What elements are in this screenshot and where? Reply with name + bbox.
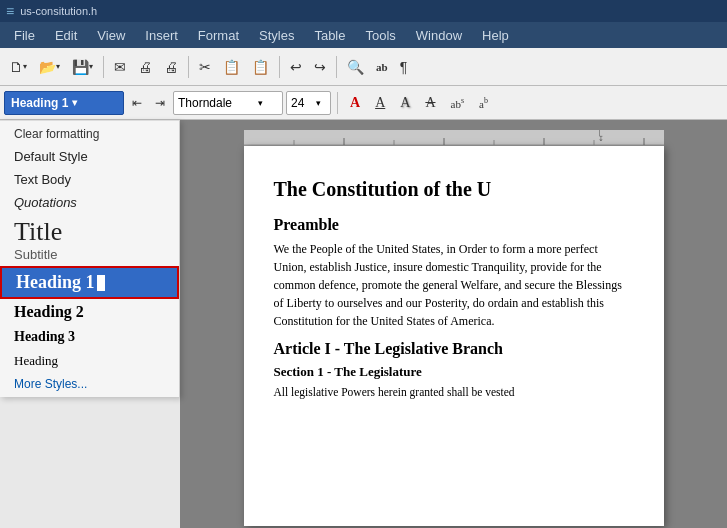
- menu-item-window[interactable]: Window: [406, 25, 472, 46]
- ruler: ↧: [244, 130, 664, 146]
- indent-decrease-button[interactable]: ⇤: [127, 93, 147, 113]
- menu-item-tools[interactable]: Tools: [355, 25, 405, 46]
- font-selector-label: Thorndale: [178, 96, 258, 110]
- menu-item-edit[interactable]: Edit: [45, 25, 87, 46]
- email-button[interactable]: ✉: [109, 56, 131, 78]
- separator-1: [103, 56, 104, 78]
- separator-4: [336, 56, 337, 78]
- style-item-subtitle[interactable]: Subtitle: [0, 247, 179, 266]
- print-preview-button[interactable]: 🖨: [159, 56, 183, 78]
- style-item-h3[interactable]: Heading 3: [0, 325, 179, 349]
- document-area: ↧ The Constitution of the U Preamble We …: [180, 120, 727, 528]
- main-area: Clear formatting Default Style Text Body…: [0, 120, 727, 528]
- toolbar-format: Heading 1 ▾ ⇤ ⇥ Thorndale ▾ 24 ▾ A A A A…: [0, 86, 727, 120]
- style-item-clear[interactable]: Clear formatting: [0, 123, 179, 145]
- font-style-a-button[interactable]: A: [369, 92, 391, 114]
- style-item-title[interactable]: Title: [0, 214, 179, 247]
- doc-preamble-body: We the People of the United States, in O…: [274, 240, 634, 330]
- style-item-heading[interactable]: Heading: [0, 349, 179, 373]
- menu-item-insert[interactable]: Insert: [135, 25, 188, 46]
- style-selector[interactable]: Heading 1 ▾: [4, 91, 124, 115]
- find-button[interactable]: 🔍: [342, 56, 369, 78]
- toolbar-main: 🗋▾ 📂▾ 💾▾ ✉ 🖨 🖨 ✂ 📋 📋 ↩ ↪ 🔍 ab ¶: [0, 48, 727, 86]
- font-size-arrow: ▾: [316, 98, 321, 108]
- save-button[interactable]: 💾▾: [67, 56, 98, 78]
- filename-label: us-consitution.h: [20, 5, 97, 17]
- paste-button[interactable]: 📋: [247, 56, 274, 78]
- document-page: The Constitution of the U Preamble We th…: [244, 146, 664, 526]
- doc-preamble-heading: Preamble: [274, 216, 634, 234]
- superscript-button[interactable]: abs: [445, 93, 471, 113]
- undo-button[interactable]: ↩: [285, 56, 307, 78]
- style-item-textbody[interactable]: Text Body: [0, 168, 179, 191]
- indent-increase-button[interactable]: ⇥: [150, 93, 170, 113]
- style-item-h2[interactable]: Heading 2: [0, 299, 179, 325]
- menu-item-view[interactable]: View: [87, 25, 135, 46]
- font-color-button[interactable]: A: [344, 92, 366, 114]
- separator-2: [188, 56, 189, 78]
- cut-button[interactable]: ✂: [194, 56, 216, 78]
- redo-button[interactable]: ↪: [309, 56, 331, 78]
- menu-item-format[interactable]: Format: [188, 25, 249, 46]
- doc-main-title: The Constitution of the U: [274, 176, 634, 202]
- spellcheck-button[interactable]: ab: [371, 58, 393, 76]
- pilcrow-button[interactable]: ¶: [395, 56, 413, 78]
- menu-item-help[interactable]: Help: [472, 25, 519, 46]
- style-item-default[interactable]: Default Style: [0, 145, 179, 168]
- menu-item-styles[interactable]: Styles: [249, 25, 304, 46]
- new-button[interactable]: 🗋▾: [4, 56, 32, 78]
- font-selector[interactable]: Thorndale ▾: [173, 91, 283, 115]
- doc-section1-subheading: Section 1 - The Legislature: [274, 364, 634, 380]
- doc-section1-body: All legislative Powers herein granted sh…: [274, 384, 634, 401]
- print-button[interactable]: 🖨: [133, 56, 157, 78]
- document-content: The Constitution of the U Preamble We th…: [274, 176, 634, 401]
- menu-bar: FileEditViewInsertFormatStylesTableTools…: [0, 22, 727, 48]
- svg-text:↧: ↧: [598, 135, 604, 142]
- font-dropdown-arrow: ▾: [258, 98, 263, 108]
- style-selector-label: Heading 1: [11, 96, 68, 110]
- doc-article1-heading: Article I - The Legislative Branch: [274, 340, 634, 358]
- subscript-button[interactable]: ab: [473, 93, 494, 113]
- font-size-selector[interactable]: 24 ▾: [286, 91, 331, 115]
- text-cursor: [97, 275, 105, 291]
- menu-item-table[interactable]: Table: [304, 25, 355, 46]
- font-size-label: 24: [291, 96, 316, 110]
- separator-fmt: [337, 92, 338, 114]
- open-button[interactable]: 📂▾: [34, 56, 65, 78]
- style-item-h1[interactable]: Heading 1: [0, 266, 179, 299]
- style-item-more[interactable]: More Styles...: [0, 373, 179, 395]
- style-panel: Clear formatting Default Style Text Body…: [0, 120, 180, 397]
- menu-item-file[interactable]: File: [4, 25, 45, 46]
- title-bar: ≡ us-consitution.h: [0, 0, 727, 22]
- style-dropdown-arrow: ▾: [72, 97, 77, 108]
- separator-3: [279, 56, 280, 78]
- style-item-quotations[interactable]: Quotations: [0, 191, 179, 214]
- strikethrough-button[interactable]: A: [419, 92, 441, 114]
- font-shadow-button[interactable]: A: [394, 92, 416, 114]
- copy-button[interactable]: 📋: [218, 56, 245, 78]
- app-icon: ≡: [6, 3, 14, 19]
